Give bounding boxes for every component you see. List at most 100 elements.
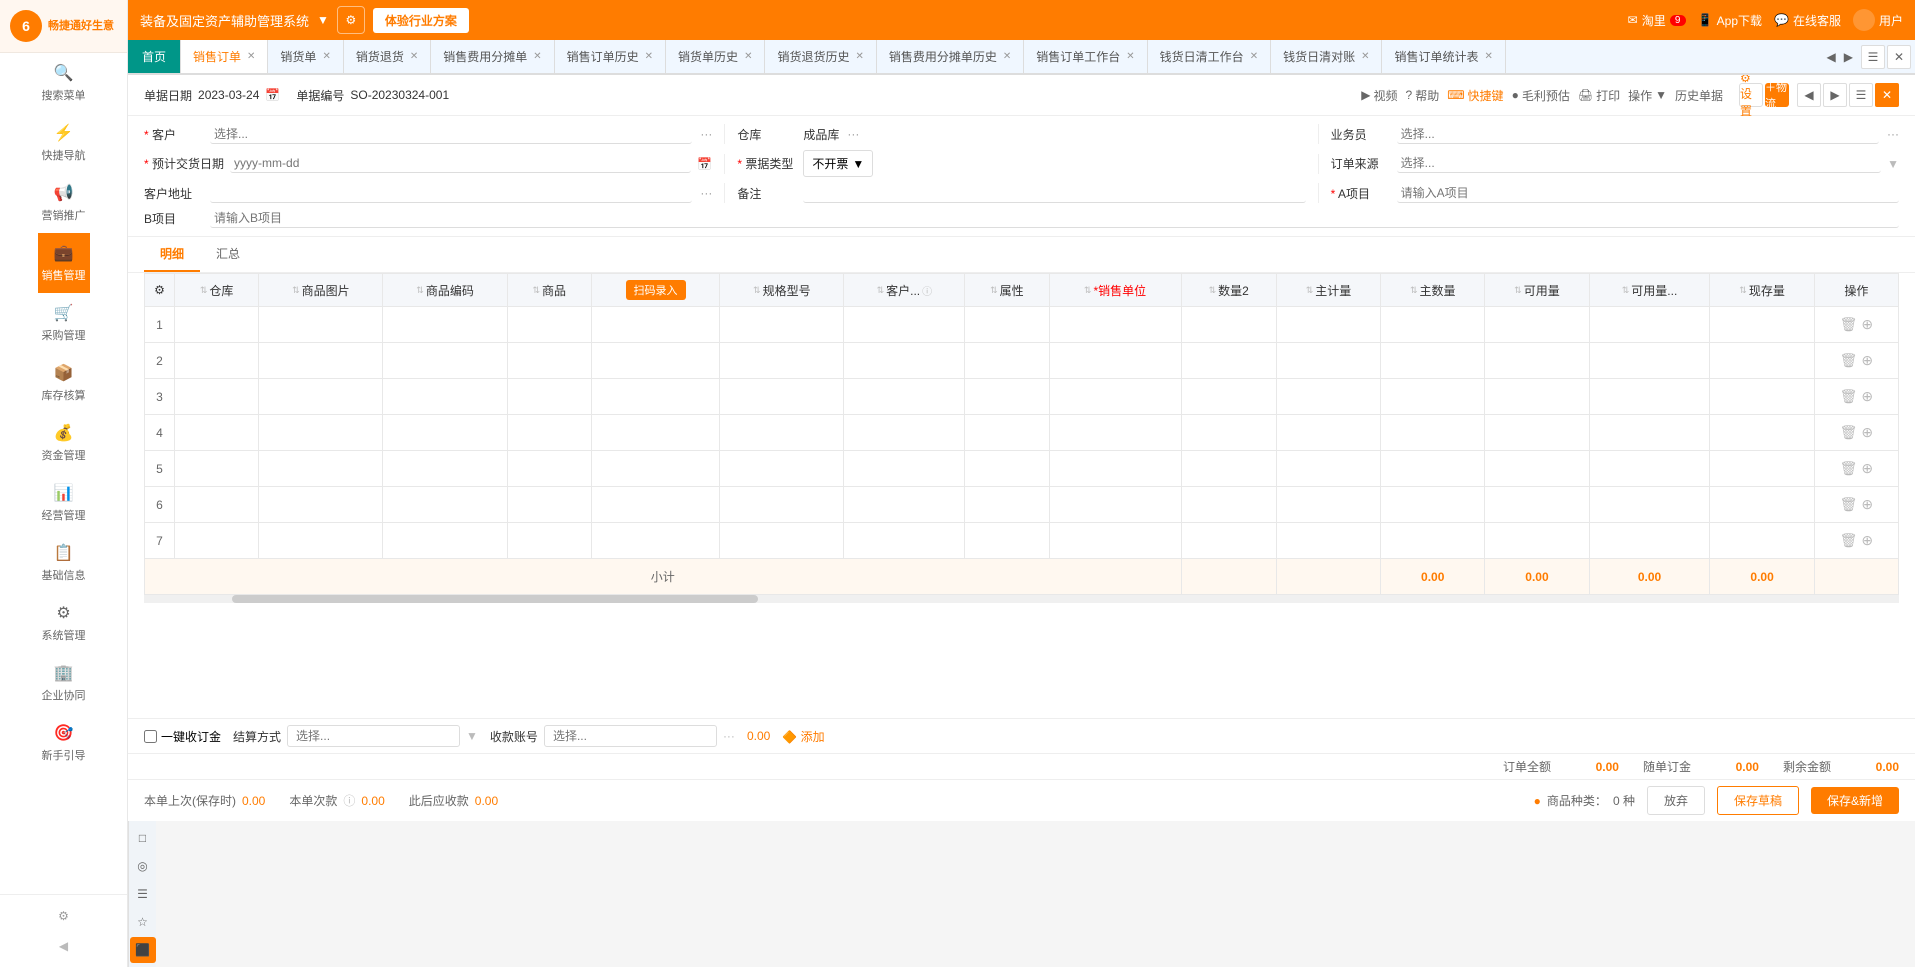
tab-nav-next[interactable]: ▶ [1840, 50, 1857, 64]
cell-product-4[interactable] [507, 415, 591, 451]
cell-available-3[interactable] [1485, 379, 1589, 415]
cell-available2-3[interactable] [1589, 379, 1710, 415]
b-project-input[interactable] [210, 209, 1899, 228]
col-main-qty-sort[interactable]: ⇅ [1410, 285, 1418, 296]
operate-btn[interactable]: 操作 ▼ [1628, 87, 1667, 104]
copy-row-3[interactable]: ⊕ [1861, 388, 1873, 405]
tab-view-list[interactable]: ☰ [1861, 45, 1885, 69]
cell-sales-unit-3[interactable] [1049, 379, 1181, 415]
right-tool-5[interactable]: ⬛ [130, 937, 156, 963]
col-setting[interactable]: ⚙ [145, 274, 175, 307]
tab-sales-order-workbench[interactable]: 销售订单工作台✕ [1024, 40, 1147, 73]
cell-main-unit-2[interactable] [1276, 343, 1380, 379]
cell-product-code-1[interactable] [383, 307, 507, 343]
cell-available2-4[interactable] [1589, 415, 1710, 451]
cell-main-unit-7[interactable] [1276, 523, 1380, 559]
save-draft-btn[interactable]: 保存草稿 [1717, 786, 1799, 815]
cell-spec-5[interactable] [720, 451, 844, 487]
cell-product-code-6[interactable] [383, 487, 507, 523]
cell-main-qty-2[interactable] [1381, 343, 1485, 379]
cell-product-code-4[interactable] [383, 415, 507, 451]
cell-main-unit-3[interactable] [1276, 379, 1380, 415]
account-more[interactable]: ··· [723, 729, 735, 743]
cell-qty2-3[interactable] [1181, 379, 1276, 415]
cell-sales-unit-6[interactable] [1049, 487, 1181, 523]
address-input[interactable] [210, 184, 692, 203]
delete-row-4[interactable]: 🗑 [1840, 424, 1858, 441]
cell-product-image-3[interactable] [259, 379, 383, 415]
form-nav-prev[interactable]: ◀ [1797, 83, 1821, 107]
col-product-code-sort[interactable]: ⇅ [416, 285, 424, 296]
logistics-btn[interactable]: ＋物流 [1765, 83, 1789, 107]
delete-row-5[interactable]: 🗑 [1840, 460, 1858, 477]
cell-available-4[interactable] [1485, 415, 1589, 451]
tab-close-sales-stat[interactable]: ✕ [1485, 51, 1493, 62]
tab-close-all[interactable]: ✕ [1887, 45, 1911, 69]
cell-available2-5[interactable] [1589, 451, 1710, 487]
cell-spec-1[interactable] [720, 307, 844, 343]
cell-product-3[interactable] [507, 379, 591, 415]
cell-product-code-2[interactable] [383, 343, 507, 379]
cell-product-image-2[interactable] [259, 343, 383, 379]
credit-info-icon[interactable]: ⓘ [343, 792, 355, 809]
tab-close-sales-refund[interactable]: ✕ [410, 51, 418, 62]
cell-spec-4[interactable] [720, 415, 844, 451]
cell-sales-unit-4[interactable] [1049, 415, 1181, 451]
cell-available2-2[interactable] [1589, 343, 1710, 379]
auto-settle-check[interactable] [144, 730, 157, 743]
cell-stock-2[interactable] [1710, 343, 1814, 379]
tab-receivable-reconcile[interactable]: 钱货日清对账✕ [1271, 40, 1382, 73]
sidebar-item-inventory[interactable]: 📦库存核算 [38, 353, 90, 413]
cell-attr-2[interactable] [965, 343, 1049, 379]
history-btn[interactable]: 历史单据 [1675, 87, 1723, 104]
settings-panel-btn[interactable]: ⚙ 设置 [1739, 83, 1763, 107]
tab-close-sales-refund-history[interactable]: ✕ [855, 51, 863, 62]
salesperson-more[interactable]: ··· [1887, 127, 1899, 141]
view-btn[interactable]: ▶ 视频 [1361, 87, 1397, 104]
cell-available-6[interactable] [1485, 487, 1589, 523]
cell-customer-code-2[interactable] [844, 343, 965, 379]
copy-row-6[interactable]: ⊕ [1861, 496, 1873, 513]
invoice-select[interactable]: 不开票 ▼ [803, 150, 873, 177]
message-btn[interactable]: ✉ 淘里 9 [1628, 12, 1686, 29]
cell-available2-1[interactable] [1589, 307, 1710, 343]
a-project-input[interactable] [1397, 184, 1899, 203]
cell-main-unit-5[interactable] [1276, 451, 1380, 487]
shortcut-btn[interactable]: ⌨ 快捷键 [1447, 87, 1503, 104]
col-main-unit-sort[interactable]: ⇅ [1306, 285, 1314, 296]
cell-warehouse-5[interactable] [175, 451, 259, 487]
col-customer-code-info[interactable]: ⓘ [922, 283, 932, 298]
cell-spec-6[interactable] [720, 487, 844, 523]
col-stock-sort[interactable]: ⇅ [1739, 285, 1747, 296]
tab-close-sales-order[interactable]: ✕ [247, 51, 255, 62]
sidebar-item-base-info[interactable]: 📋基础信息 [38, 533, 90, 593]
sidebar-item-marketing[interactable]: 📢营销推广 [38, 173, 90, 233]
tab-sales-return[interactable]: 销货单✕ [268, 40, 343, 73]
cell-spec-3[interactable] [720, 379, 844, 415]
auto-settle-checkbox[interactable]: 一键收订金 [144, 728, 221, 745]
sidebar-item-enterprise[interactable]: 🏢企业协同 [38, 653, 90, 713]
user-btn[interactable]: 用户 [1853, 9, 1903, 31]
tab-sales-expense-history[interactable]: 销售费用分摊单历史✕ [877, 40, 1024, 73]
scrollbar-thumb[interactable] [232, 595, 759, 603]
cell-customer-code-3[interactable] [844, 379, 965, 415]
cell-product-image-4[interactable] [259, 415, 383, 451]
cell-product-1[interactable] [507, 307, 591, 343]
sidebar-item-finance[interactable]: 💰资金管理 [38, 413, 90, 473]
cell-warehouse-4[interactable] [175, 415, 259, 451]
cell-sales-unit-2[interactable] [1049, 343, 1181, 379]
tab-sales-stat[interactable]: 销售订单统计表✕ [1382, 40, 1505, 73]
cell-customer-code-6[interactable] [844, 487, 965, 523]
delete-row-2[interactable]: 🗑 [1840, 352, 1858, 369]
cell-main-unit-6[interactable] [1276, 487, 1380, 523]
cell-sales-unit-5[interactable] [1049, 451, 1181, 487]
cell-customer-code-5[interactable] [844, 451, 965, 487]
right-tool-2[interactable]: ◎ [130, 853, 156, 879]
tab-close-sales-expense-history[interactable]: ✕ [1003, 51, 1011, 62]
cell-available-7[interactable] [1485, 523, 1589, 559]
copy-row-1[interactable]: ⊕ [1861, 316, 1873, 333]
app-download-btn[interactable]: 📱 App下载 [1698, 12, 1762, 29]
sidebar-item-system[interactable]: ⚙系统管理 [38, 593, 90, 653]
profit-btn[interactable]: ● 毛利预估 [1512, 87, 1570, 104]
sidebar-collapse[interactable]: ◀ [0, 933, 127, 959]
